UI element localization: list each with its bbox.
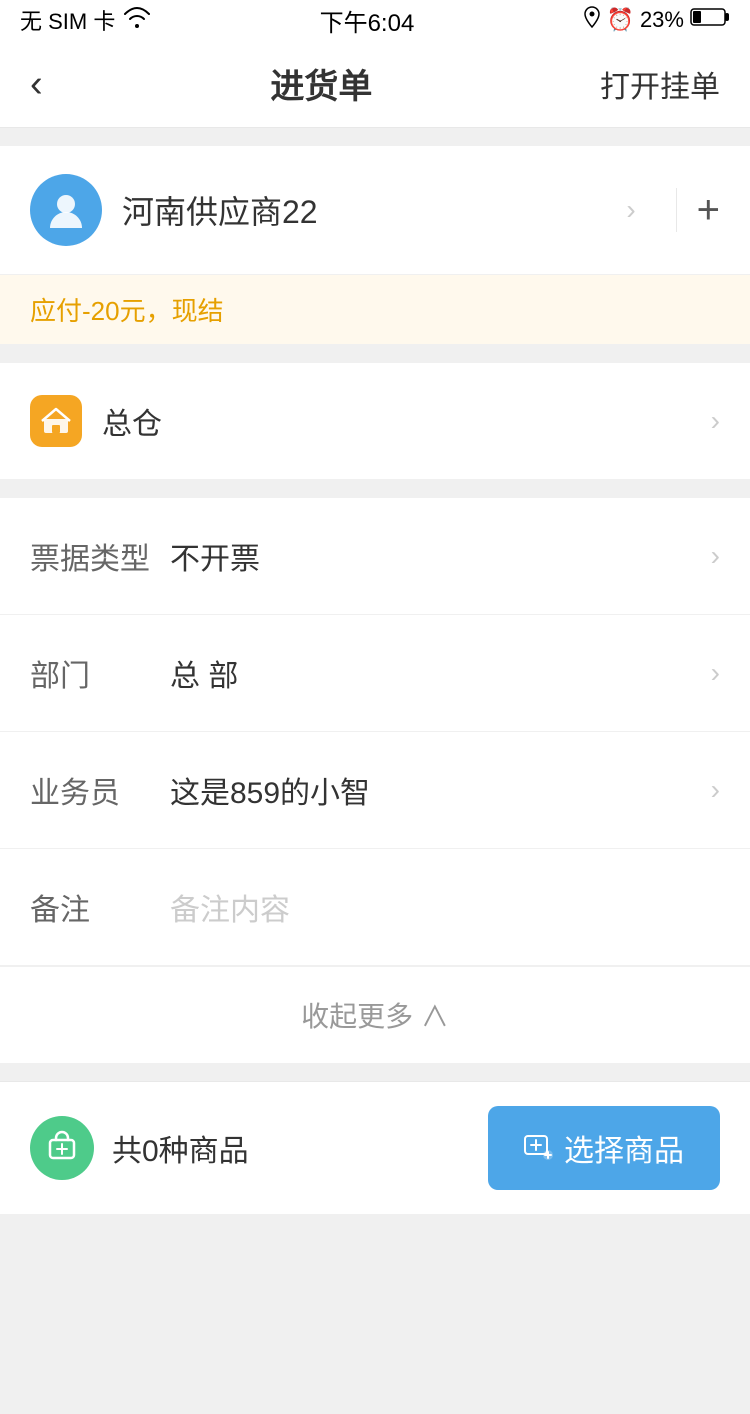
warehouse-section: 总仓 › (0, 363, 750, 480)
salesperson-label: 业务员 (30, 768, 170, 812)
salesperson-value: 这是859的小智 (170, 768, 711, 812)
department-value: 总 部 (170, 651, 711, 695)
wifi-icon (123, 6, 151, 34)
supplier-divider (676, 188, 677, 232)
nav-bar: ‹ 进货单 打开挂单 (0, 40, 750, 128)
product-icon-bg (30, 1116, 94, 1180)
status-time: 下午6:04 (320, 3, 415, 38)
invoice-type-value: 不开票 (170, 534, 711, 578)
remark-placeholder: 备注内容 (170, 885, 720, 929)
select-product-button[interactable]: 选择商品 (488, 1106, 720, 1190)
status-bar: 无 SIM 卡 下午6:04 ⏰ 23% (0, 0, 750, 40)
collapse-button[interactable]: 收起更多 ∧ (0, 966, 750, 1063)
status-left: 无 SIM 卡 (20, 4, 151, 36)
section-gap-3 (0, 480, 750, 498)
form-section: 票据类型 不开票 › 部门 总 部 › 业务员 这是859的小智 › 备注 备注… (0, 498, 750, 1063)
salesperson-chevron-icon: › (711, 774, 720, 806)
alarm-icon: ⏰ (607, 7, 634, 33)
page-title: 进货单 (270, 59, 372, 108)
status-right: ⏰ 23% (583, 6, 730, 34)
supplier-row[interactable]: 河南供应商22 › + (0, 146, 750, 275)
open-pending-button[interactable]: 打开挂单 (600, 62, 720, 106)
select-product-label: 选择商品 (564, 1126, 684, 1170)
product-count-label: 共0种商品 (112, 1126, 488, 1170)
warehouse-label: 总仓 (102, 399, 711, 443)
invoice-type-chevron-icon: › (711, 540, 720, 572)
battery-label: 23% (640, 7, 684, 33)
section-gap-2 (0, 345, 750, 363)
supplier-section: 河南供应商22 › + 应付-20元，现结 (0, 146, 750, 345)
page-background (0, 1214, 750, 1414)
warehouse-icon-bg (30, 395, 82, 447)
salesperson-row[interactable]: 业务员 这是859的小智 › (0, 732, 750, 849)
invoice-type-label: 票据类型 (30, 534, 170, 578)
section-gap-1 (0, 128, 750, 146)
sim-label: 无 SIM 卡 (20, 4, 115, 36)
notice-text: 应付-20元，现结 (30, 296, 224, 326)
supplier-avatar (30, 174, 102, 246)
back-button[interactable]: ‹ (30, 65, 43, 103)
department-row[interactable]: 部门 总 部 › (0, 615, 750, 732)
remark-label: 备注 (30, 885, 170, 929)
department-chevron-icon: › (711, 657, 720, 689)
notice-bar: 应付-20元，现结 (0, 275, 750, 345)
remark-row[interactable]: 备注 备注内容 (0, 849, 750, 966)
warehouse-chevron-icon: › (711, 405, 720, 437)
location-icon (583, 6, 601, 34)
add-supplier-button[interactable]: + (697, 190, 720, 230)
product-bar: 共0种商品 选择商品 (0, 1081, 750, 1214)
department-label: 部门 (30, 651, 170, 695)
warehouse-row[interactable]: 总仓 › (0, 363, 750, 480)
section-gap-4 (0, 1063, 750, 1081)
invoice-type-row[interactable]: 票据类型 不开票 › (0, 498, 750, 615)
supplier-name: 河南供应商22 (122, 187, 626, 233)
supplier-chevron-icon: › (626, 194, 635, 226)
battery-icon (690, 6, 730, 34)
